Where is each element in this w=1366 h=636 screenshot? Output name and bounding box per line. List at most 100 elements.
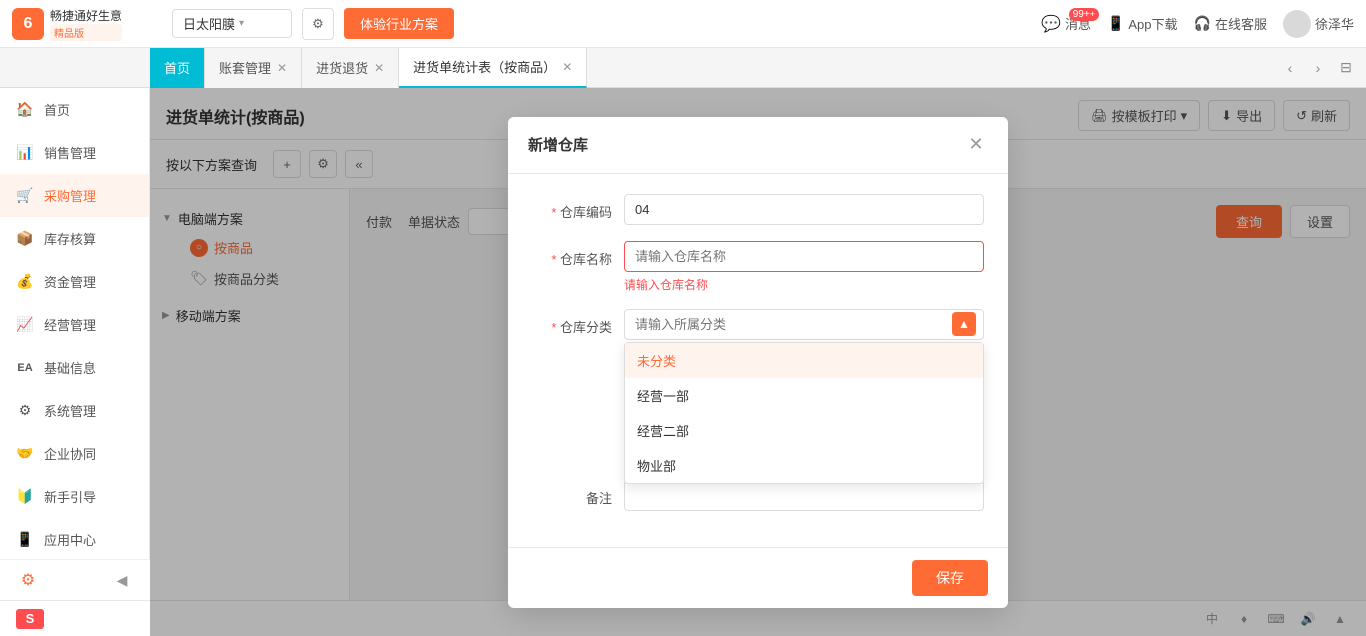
sidebar-item-home[interactable]: 🏠 首页 xyxy=(0,88,149,131)
messages-button[interactable]: 💬 消息 99++ xyxy=(1041,14,1091,34)
system-icon: ⚙ xyxy=(16,402,34,420)
sidebar-item-home-label: 首页 xyxy=(44,100,70,119)
tab-returns-label: 进货退货 xyxy=(316,58,368,77)
store-selector[interactable]: 日太阳膜 ▾ xyxy=(172,9,292,38)
tab-stats-label: 进货单统计表（按商品） xyxy=(413,57,556,76)
name-error-msg: 请输入仓库名称 xyxy=(624,276,984,293)
sidebar-item-purchase[interactable]: 🛒 采购管理 xyxy=(0,174,149,217)
name-label: 仓库名称 xyxy=(532,241,612,268)
sidebar-settings-button[interactable]: ⚙ xyxy=(16,568,40,592)
logo-area: 6 畅捷通好生意 精品版 xyxy=(12,7,162,41)
tab-accounts-close-icon[interactable]: ✕ xyxy=(277,61,287,75)
logo-text: 畅捷通好生意 精品版 xyxy=(50,7,122,41)
sidebar-item-guide[interactable]: 🔰 新手引导 xyxy=(0,475,149,518)
tab-returns[interactable]: 进货退货 ✕ xyxy=(302,48,399,88)
app-download-button[interactable]: 📱 App下载 xyxy=(1107,14,1178,33)
sidebar-item-operations[interactable]: 📈 经营管理 xyxy=(0,303,149,346)
name-input[interactable] xyxy=(624,241,984,272)
sidebar-item-inventory-label: 库存核算 xyxy=(44,229,96,248)
modal-footer: 保存 xyxy=(508,547,1008,608)
home-icon: 🏠 xyxy=(16,101,34,119)
modal-close-button[interactable]: ✕ xyxy=(964,133,988,157)
modal-header: 新增仓库 ✕ xyxy=(508,117,1008,174)
sidebar-item-inventory[interactable]: 📦 库存核算 xyxy=(0,217,149,260)
app-logo-icon: 6 xyxy=(12,8,44,40)
category-select-wrapper: ▲ xyxy=(624,309,984,340)
sidebar-item-basic-info[interactable]: EA 基础信息 xyxy=(0,346,149,389)
tab-accounts[interactable]: 账套管理 ✕ xyxy=(205,48,302,88)
sidebar-item-system[interactable]: ⚙ 系统管理 xyxy=(0,389,149,432)
tab-stats-close-icon[interactable]: ✕ xyxy=(562,60,572,74)
tab-bar: 首页 账套管理 ✕ 进货退货 ✕ 进货单统计表（按商品） ✕ ‹ › ⊟ xyxy=(0,48,1366,88)
name-form-row: 仓库名称 请输入仓库名称 xyxy=(532,241,984,293)
save-button[interactable]: 保存 xyxy=(912,560,988,596)
enterprise-icon: 🤝 xyxy=(16,445,34,463)
sidebar-item-system-label: 系统管理 xyxy=(44,401,96,420)
code-form-row: 仓库编码 xyxy=(532,194,984,225)
modal-title: 新增仓库 xyxy=(528,134,588,155)
trial-button[interactable]: 体验行业方案 xyxy=(344,8,454,39)
logo-badge: 精品版 xyxy=(50,24,122,41)
avatar xyxy=(1283,10,1311,38)
note-form-row: 备注 xyxy=(532,480,984,511)
sidebar-item-apps[interactable]: 📱 应用中心 xyxy=(0,518,149,561)
dropdown-item-dept1[interactable]: 经营一部 xyxy=(625,378,983,413)
dropdown-item-dept3[interactable]: 物业部 xyxy=(625,448,983,483)
tab-home[interactable]: 首页 xyxy=(150,48,205,88)
sidebar-item-purchase-label: 采购管理 xyxy=(44,186,96,205)
tab-home-label: 首页 xyxy=(164,58,190,77)
sidebar: 🏠 首页 📊 销售管理 🛒 采购管理 📦 库存核算 💰 资金管理 📈 经营管理 … xyxy=(0,88,150,636)
tab-menu-button[interactable]: ⊟ xyxy=(1334,56,1358,80)
code-label: 仓库编码 xyxy=(532,194,612,221)
main-layout: 🏠 首页 📊 销售管理 🛒 采购管理 📦 库存核算 💰 资金管理 📈 经营管理 … xyxy=(0,88,1366,636)
dropdown-item-uncategorized[interactable]: 未分类 xyxy=(625,343,983,378)
app-download-label: App下载 xyxy=(1128,14,1177,33)
online-service-label: 在线客服 xyxy=(1215,14,1267,33)
sidebar-item-basic-info-label: 基础信息 xyxy=(44,358,96,377)
sidebar-item-finance[interactable]: 💰 资金管理 xyxy=(0,260,149,303)
note-label: 备注 xyxy=(532,480,612,507)
sidebar-item-apps-label: 应用中心 xyxy=(44,530,96,549)
sidebar-item-sales[interactable]: 📊 销售管理 xyxy=(0,131,149,174)
code-input[interactable] xyxy=(624,194,984,225)
purchase-icon: 🛒 xyxy=(16,187,34,205)
name-field: 请输入仓库名称 xyxy=(624,241,984,293)
online-service-button[interactable]: 🎧 在线客服 xyxy=(1194,14,1267,33)
category-input[interactable] xyxy=(624,309,984,340)
note-input[interactable] xyxy=(624,480,984,511)
sidebar-item-finance-label: 资金管理 xyxy=(44,272,96,291)
operations-icon: 📈 xyxy=(16,316,34,334)
code-field xyxy=(624,194,984,225)
tab-returns-close-icon[interactable]: ✕ xyxy=(374,61,384,75)
category-dropdown: 未分类 经营一部 经营二部 物业部 xyxy=(624,342,984,484)
chevron-down-icon: ▾ xyxy=(239,18,244,29)
sidebar-item-sales-label: 销售管理 xyxy=(44,143,96,162)
store-name: 日太阳膜 xyxy=(183,14,235,33)
tab-prev-button[interactable]: ‹ xyxy=(1278,56,1302,80)
top-bar: 6 畅捷通好生意 精品版 日太阳膜 ▾ ⚙ 体验行业方案 💬 消息 99++ 📱… xyxy=(0,0,1366,48)
category-field: ▲ 未分类 经营一部 经营二部 物业部 xyxy=(624,309,984,340)
apps-icon: 📱 xyxy=(16,531,34,549)
user-menu[interactable]: 徐泽华 xyxy=(1283,10,1354,38)
tab-stats[interactable]: 进货单统计表（按商品） ✕ xyxy=(399,48,587,88)
gear-icon: ⚙ xyxy=(312,16,324,32)
basic-info-icon: EA xyxy=(16,359,34,377)
user-name: 徐泽华 xyxy=(1315,14,1354,33)
sidebar-item-enterprise[interactable]: 🤝 企业协同 xyxy=(0,432,149,475)
guide-icon: 🔰 xyxy=(16,488,34,506)
finance-icon: 💰 xyxy=(16,273,34,291)
notification-badge: 99++ xyxy=(1069,8,1099,21)
category-label: 仓库分类 xyxy=(532,309,612,336)
dropdown-item-dept2[interactable]: 经营二部 xyxy=(625,413,983,448)
new-warehouse-modal: 新增仓库 ✕ 仓库编码 仓库名称 xyxy=(508,117,1008,608)
sidebar-collapse-button[interactable]: ◀ xyxy=(110,568,134,592)
tab-next-button[interactable]: › xyxy=(1306,56,1330,80)
sidebar-item-enterprise-label: 企业协同 xyxy=(44,444,96,463)
tab-accounts-label: 账套管理 xyxy=(219,58,271,77)
sidebar-item-guide-label: 新手引导 xyxy=(44,487,96,506)
s-logo-icon: S xyxy=(16,609,44,629)
sales-icon: 📊 xyxy=(16,144,34,162)
category-toggle-icon[interactable]: ▲ xyxy=(952,312,976,336)
settings-button[interactable]: ⚙ xyxy=(302,8,334,40)
sidebar-item-operations-label: 经营管理 xyxy=(44,315,96,334)
